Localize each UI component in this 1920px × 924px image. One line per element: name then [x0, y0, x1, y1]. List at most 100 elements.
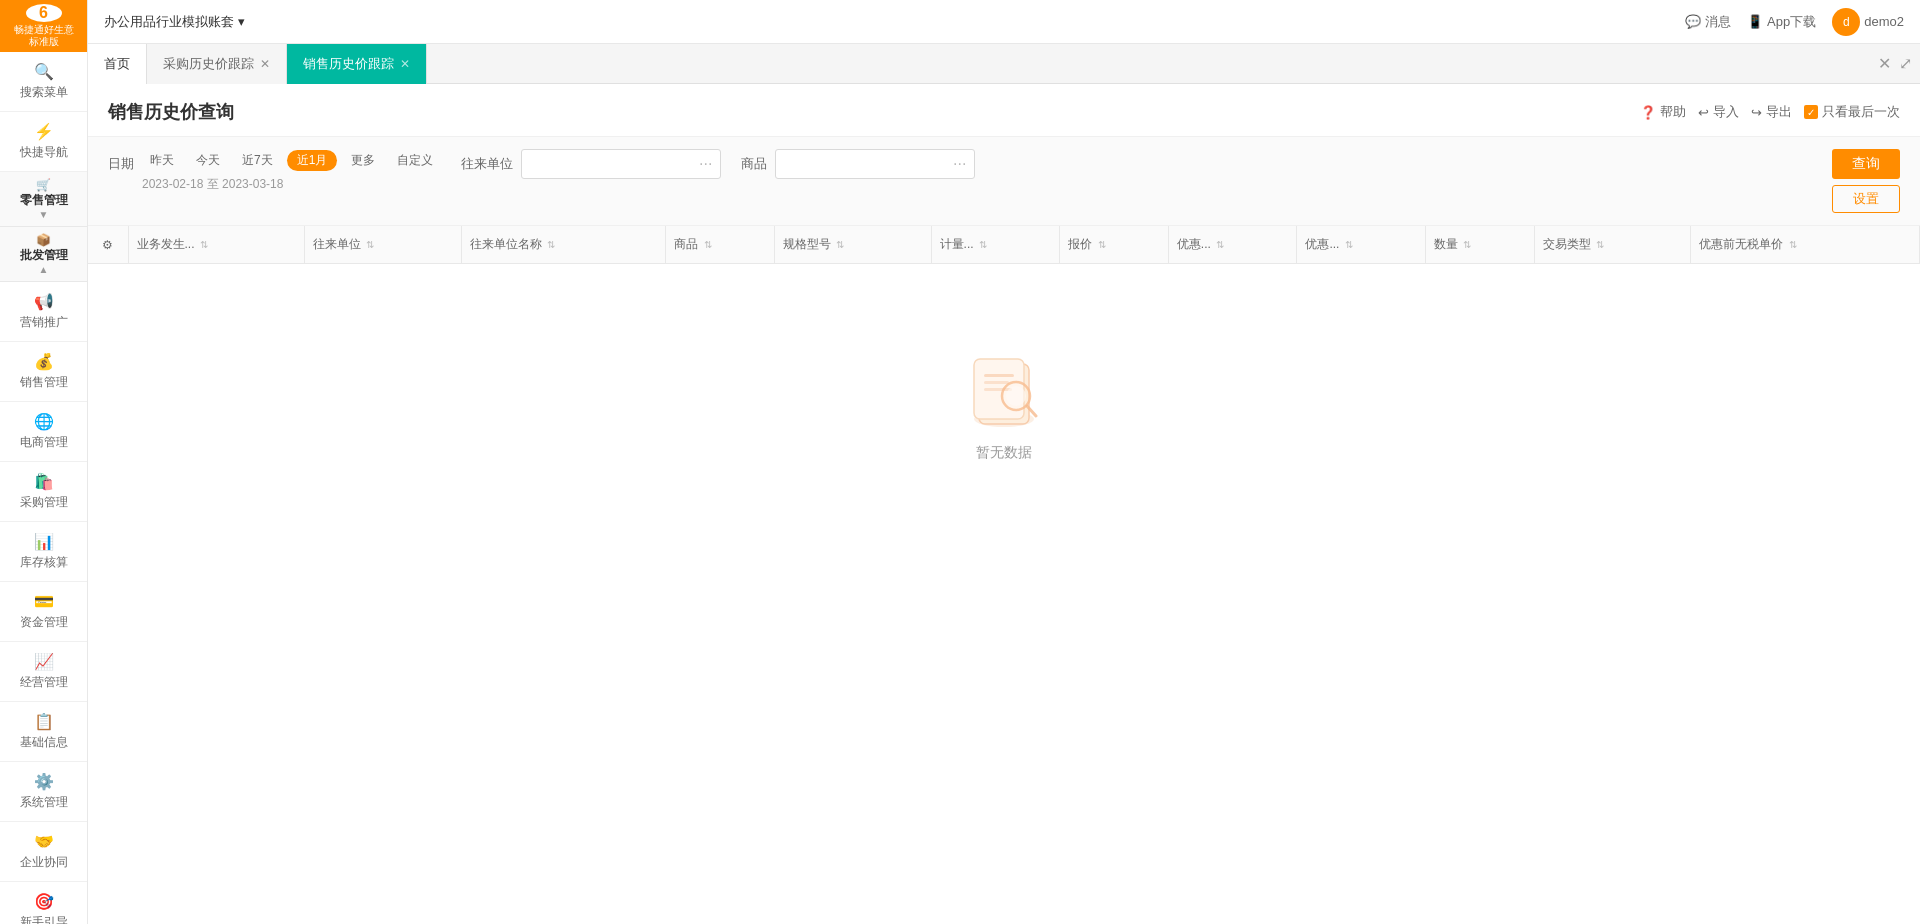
empty-state: 暂无数据 — [88, 264, 1920, 542]
th-product: 商品 ⇅ — [666, 226, 775, 264]
source-unit-dots-icon: ··· — [699, 155, 712, 173]
ecommerce-icon: 🌐 — [34, 412, 54, 431]
user-name: demo2 — [1864, 14, 1904, 29]
close-all-tabs-icon[interactable]: ✕ — [1878, 54, 1891, 73]
th-quantity-label: 数量 — [1434, 237, 1458, 251]
tab-home-label: 首页 — [104, 55, 130, 73]
tab-purchase-close-icon[interactable]: ✕ — [260, 57, 270, 71]
sidebar-item-cooperation[interactable]: 🤝 企业协同 — [0, 822, 87, 882]
page-title: 销售历史价查询 — [108, 100, 234, 124]
sidebar-item-retail[interactable]: 🛒 零售管理 ▼ — [0, 172, 87, 227]
th-unit-code-label: 往来单位 — [313, 237, 361, 251]
page-content: 销售历史价查询 ❓ 帮助 ↩ 导入 ↪ 导出 ✓ 只看最后一次 — [88, 84, 1920, 924]
tab-home[interactable]: 首页 — [88, 44, 147, 84]
topbar-right: 💬 消息 📱 App下载 d demo2 — [1685, 8, 1904, 36]
th-discount2: 优惠... ⇅ — [1297, 226, 1426, 264]
sidebar-item-inventory[interactable]: 📊 库存核算 — [0, 522, 87, 582]
sort-unit-name-icon[interactable]: ⇅ — [547, 239, 555, 250]
sidebar-item-system[interactable]: ⚙️ 系统管理 — [0, 762, 87, 822]
sidebar-item-inventory-label: 库存核算 — [20, 554, 68, 571]
tab-purchase-history[interactable]: 采购历史价跟踪 ✕ — [147, 44, 287, 84]
page-header: 销售历史价查询 ❓ 帮助 ↩ 导入 ↪ 导出 ✓ 只看最后一次 — [88, 84, 1920, 137]
date-btn-last1month[interactable]: 近1月 — [287, 150, 338, 171]
th-discount1-label: 优惠... — [1177, 237, 1211, 251]
app-download-label: App下载 — [1767, 13, 1816, 31]
user-profile[interactable]: d demo2 — [1832, 8, 1904, 36]
sidebar-item-purchase-label: 采购管理 — [20, 494, 68, 511]
operations-icon: 📈 — [34, 652, 54, 671]
sidebar-item-ecommerce[interactable]: 🌐 电商管理 — [0, 402, 87, 462]
cooperation-icon: 🤝 — [34, 832, 54, 851]
tab-sales-close-icon[interactable]: ✕ — [400, 57, 410, 71]
svg-point-7 — [1006, 386, 1026, 406]
sort-quantity-icon[interactable]: ⇅ — [1463, 239, 1471, 250]
th-price: 报价 ⇅ — [1060, 226, 1169, 264]
sidebar-item-operations[interactable]: 📈 经营管理 — [0, 642, 87, 702]
sidebar-item-guide[interactable]: 🎯 新手引导 — [0, 882, 87, 924]
app-download-button[interactable]: 📱 App下载 — [1747, 13, 1816, 31]
sidebar-item-basic-info[interactable]: 📋 基础信息 — [0, 702, 87, 762]
tab-sales-history[interactable]: 销售历史价跟踪 ✕ — [287, 44, 427, 84]
export-button[interactable]: ↪ 导出 — [1751, 103, 1792, 121]
sidebar: 6 畅捷通好生意标准版 🔍 搜索菜单 ⚡ 快捷导航 🛒 零售管理 ▼ 📦 批发管… — [0, 0, 88, 924]
date-btn-custom[interactable]: 自定义 — [389, 149, 441, 172]
th-unit-code: 往来单位 ⇅ — [305, 226, 462, 264]
message-button[interactable]: 💬 消息 — [1685, 13, 1731, 31]
sort-price-icon[interactable]: ⇅ — [1098, 239, 1106, 250]
sidebar-item-marketing-label: 营销推广 — [20, 314, 68, 331]
topbar: 办公用品行业模拟账套 ▾ 💬 消息 📱 App下载 d demo2 — [88, 0, 1920, 44]
date-filter-group: 日期 昨天 今天 近7天 近1月 更多 自定义 2023-02-18 至 202… — [108, 149, 441, 193]
sidebar-item-marketing[interactable]: 📢 营销推广 — [0, 282, 87, 342]
sort-product-icon[interactable]: ⇅ — [704, 239, 712, 250]
sort-unit-icon[interactable]: ⇅ — [979, 239, 987, 250]
product-filter-group: 商品 ··· — [741, 149, 975, 179]
help-button[interactable]: ❓ 帮助 — [1640, 103, 1686, 121]
query-button[interactable]: 查询 — [1832, 149, 1900, 179]
table-settings-icon[interactable]: ⚙ — [102, 238, 113, 252]
only-last-checkbox[interactable]: ✓ 只看最后一次 — [1804, 103, 1900, 121]
help-icon: ❓ — [1640, 105, 1656, 120]
table-header-row: ⚙ 业务发生... ⇅ 往来单位 ⇅ 往来单位名称 ⇅ — [88, 226, 1920, 264]
sidebar-item-wholesale[interactable]: 📦 批发管理 ▲ — [0, 227, 87, 282]
date-btn-today[interactable]: 今天 — [188, 149, 228, 172]
sidebar-item-purchase[interactable]: 🛍️ 采购管理 — [0, 462, 87, 522]
th-quantity: 数量 ⇅ — [1426, 226, 1535, 264]
retail-arrow-icon: ▼ — [39, 209, 49, 220]
product-input[interactable]: ··· — [775, 149, 975, 179]
import-button[interactable]: ↩ 导入 — [1698, 103, 1739, 121]
sidebar-item-quick-nav[interactable]: ⚡ 快捷导航 — [0, 112, 87, 172]
sidebar-item-sales[interactable]: 💰 销售管理 — [0, 342, 87, 402]
maximize-icon[interactable]: ⤢ — [1899, 54, 1912, 73]
account-dropdown[interactable]: 办公用品行业模拟账套 ▾ — [104, 13, 245, 31]
source-unit-input[interactable]: ··· — [521, 149, 721, 179]
help-label: 帮助 — [1660, 103, 1686, 121]
sort-discount1-icon[interactable]: ⇅ — [1216, 239, 1224, 250]
sidebar-item-guide-label: 新手引导 — [20, 914, 68, 924]
svg-rect-4 — [984, 381, 1009, 384]
date-btn-more[interactable]: 更多 — [343, 149, 383, 172]
quick-nav-icon: ⚡ — [34, 122, 54, 141]
sidebar-item-ecommerce-label: 电商管理 — [20, 434, 68, 451]
sort-trade-type-icon[interactable]: ⇅ — [1596, 239, 1604, 250]
sort-discount2-icon[interactable]: ⇅ — [1345, 239, 1353, 250]
sort-spec-icon[interactable]: ⇅ — [836, 239, 844, 250]
sidebar-item-retail-label: 零售管理 — [20, 192, 68, 209]
date-filter-label: 日期 — [108, 149, 134, 173]
checkbox-checked-icon: ✓ — [1804, 105, 1818, 119]
date-btn-last7[interactable]: 近7天 — [234, 149, 281, 172]
sort-pre-tax-price-icon[interactable]: ⇅ — [1789, 239, 1797, 250]
tab-purchase-history-label: 采购历史价跟踪 — [163, 55, 254, 73]
app-download-icon: 📱 — [1747, 14, 1763, 29]
retail-icon: 🛒 — [36, 178, 51, 192]
sidebar-item-search[interactable]: 🔍 搜索菜单 — [0, 52, 87, 112]
export-label: 导出 — [1766, 103, 1792, 121]
source-unit-filter-group: 往来单位 ··· — [461, 149, 721, 179]
date-btn-yesterday[interactable]: 昨天 — [142, 149, 182, 172]
sidebar-item-sales-label: 销售管理 — [20, 374, 68, 391]
sidebar-item-finance[interactable]: 💳 资金管理 — [0, 582, 87, 642]
sort-unit-code-icon[interactable]: ⇅ — [366, 239, 374, 250]
inventory-icon: 📊 — [34, 532, 54, 551]
settings-button[interactable]: 设置 — [1832, 185, 1900, 213]
import-icon: ↩ — [1698, 105, 1709, 120]
sort-business-date-icon[interactable]: ⇅ — [200, 239, 208, 250]
